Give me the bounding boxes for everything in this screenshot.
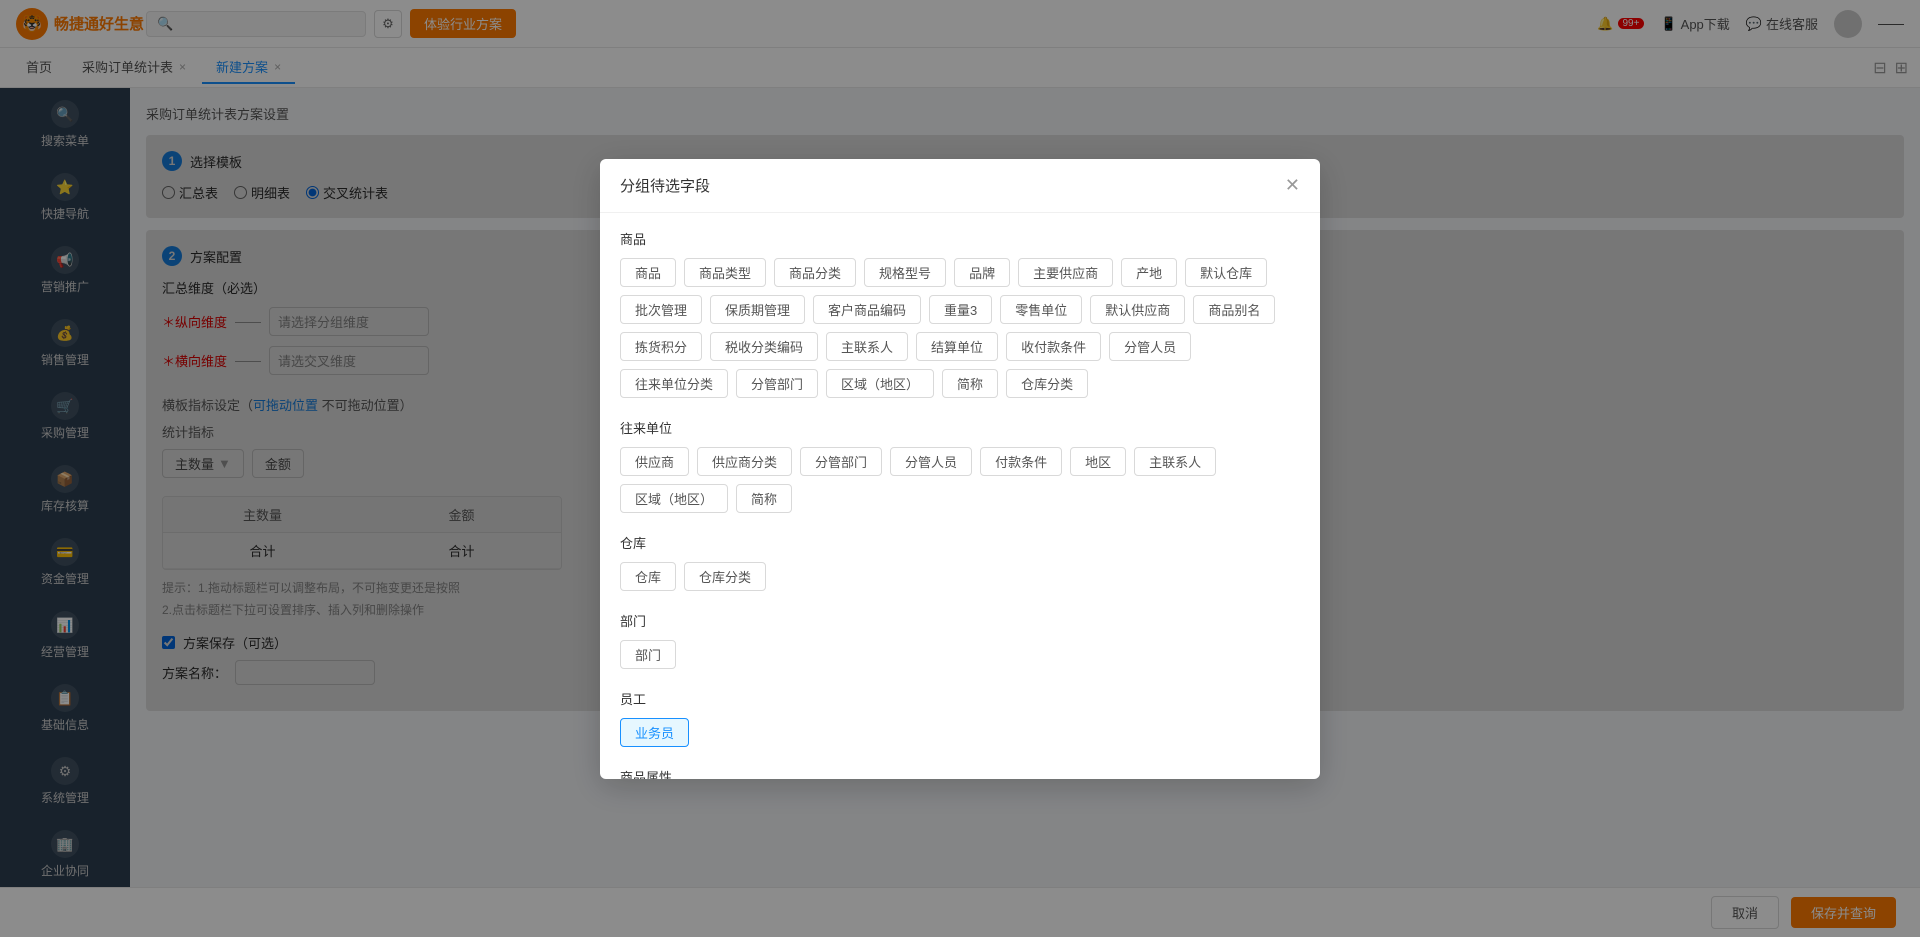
chip-origin[interactable]: 产地 bbox=[1121, 258, 1177, 287]
counterpart-field-chips: 供应商 供应商分类 分管部门 分管人员 付款条件 地区 主联系人 区域（地区） … bbox=[620, 447, 1300, 513]
chip-goods-type[interactable]: 商品类型 bbox=[684, 258, 766, 287]
chip-default-warehouse[interactable]: 默认仓库 bbox=[1185, 258, 1267, 287]
goods-field-chips: 商品 商品类型 商品分类 规格型号 品牌 主要供应商 产地 默认仓库 批次管理 … bbox=[620, 258, 1300, 398]
chip-tax-code[interactable]: 税收分类编码 bbox=[710, 332, 818, 361]
chip-salesperson[interactable]: 业务员 bbox=[620, 718, 689, 747]
modal-overlay: 分组待选字段 ✕ 商品 商品 商品类型 商品分类 规格型号 品牌 主要供应商 产… bbox=[0, 0, 1920, 937]
modal-close-button[interactable]: ✕ bbox=[1285, 175, 1300, 196]
chip-district[interactable]: 地区 bbox=[1070, 447, 1126, 476]
chip-warehouse-cat[interactable]: 仓库分类 bbox=[684, 562, 766, 591]
chip-brand[interactable]: 品牌 bbox=[954, 258, 1010, 287]
chip-abbr2[interactable]: 简称 bbox=[736, 484, 792, 513]
chip-mgmt-dept[interactable]: 分管部门 bbox=[800, 447, 882, 476]
chip-goods-category[interactable]: 商品分类 bbox=[774, 258, 856, 287]
employee-field-chips: 业务员 bbox=[620, 718, 1300, 747]
chip-dept[interactable]: 分管部门 bbox=[736, 369, 818, 398]
chip-customer-sku[interactable]: 客户商品编码 bbox=[813, 295, 921, 324]
warehouse-field-chips: 仓库 仓库分类 bbox=[620, 562, 1300, 591]
modal-section-counterpart: 往来单位 供应商 供应商分类 分管部门 分管人员 付款条件 地区 主联系人 区域… bbox=[620, 418, 1300, 513]
goods-attr-section-title: 商品属性 bbox=[620, 767, 1300, 779]
chip-department[interactable]: 部门 bbox=[620, 640, 676, 669]
chip-main-contact[interactable]: 主联系人 bbox=[826, 332, 908, 361]
modal-header: 分组待选字段 ✕ bbox=[600, 159, 1320, 213]
chip-goods-alias[interactable]: 商品别名 bbox=[1193, 295, 1275, 324]
chip-warehouse-category[interactable]: 仓库分类 bbox=[1006, 369, 1088, 398]
chip-mgmt-person[interactable]: 分管人员 bbox=[890, 447, 972, 476]
chip-main-contact2[interactable]: 主联系人 bbox=[1134, 447, 1216, 476]
chip-warehouse[interactable]: 仓库 bbox=[620, 562, 676, 591]
modal-section-goods: 商品 商品 商品类型 商品分类 规格型号 品牌 主要供应商 产地 默认仓库 批次… bbox=[620, 229, 1300, 398]
modal-body: 商品 商品 商品类型 商品分类 规格型号 品牌 主要供应商 产地 默认仓库 批次… bbox=[600, 213, 1320, 779]
dept-field-chips: 部门 bbox=[620, 640, 1300, 669]
modal-title: 分组待选字段 bbox=[620, 175, 710, 196]
modal: 分组待选字段 ✕ 商品 商品 商品类型 商品分类 规格型号 品牌 主要供应商 产… bbox=[600, 159, 1320, 779]
employee-section-title: 员工 bbox=[620, 689, 1300, 708]
chip-goods[interactable]: 商品 bbox=[620, 258, 676, 287]
chip-shelf-life[interactable]: 保质期管理 bbox=[710, 295, 805, 324]
dept-section-title: 部门 bbox=[620, 611, 1300, 630]
chip-batch-mgmt[interactable]: 批次管理 bbox=[620, 295, 702, 324]
chip-pick-points[interactable]: 拣货积分 bbox=[620, 332, 702, 361]
chip-payment-terms[interactable]: 收付款条件 bbox=[1006, 332, 1101, 361]
modal-section-department: 部门 部门 bbox=[620, 611, 1300, 669]
chip-spec-model[interactable]: 规格型号 bbox=[864, 258, 946, 287]
chip-default-supplier[interactable]: 默认供应商 bbox=[1090, 295, 1185, 324]
chip-dept-person[interactable]: 分管人员 bbox=[1109, 332, 1191, 361]
counterpart-section-title: 往来单位 bbox=[620, 418, 1300, 437]
chip-retail-unit[interactable]: 零售单位 bbox=[1000, 295, 1082, 324]
chip-payment-condition[interactable]: 付款条件 bbox=[980, 447, 1062, 476]
chip-region2[interactable]: 区域（地区） bbox=[620, 484, 728, 513]
warehouse-section-title: 仓库 bbox=[620, 533, 1300, 552]
chip-abbr[interactable]: 简称 bbox=[942, 369, 998, 398]
chip-region[interactable]: 区域（地区） bbox=[826, 369, 934, 398]
chip-settlement-unit[interactable]: 结算单位 bbox=[916, 332, 998, 361]
chip-main-supplier[interactable]: 主要供应商 bbox=[1018, 258, 1113, 287]
modal-section-warehouse: 仓库 仓库 仓库分类 bbox=[620, 533, 1300, 591]
chip-counterpart-category[interactable]: 往来单位分类 bbox=[620, 369, 728, 398]
chip-supplier-category[interactable]: 供应商分类 bbox=[697, 447, 792, 476]
chip-weight3[interactable]: 重量3 bbox=[929, 295, 992, 324]
chip-supplier[interactable]: 供应商 bbox=[620, 447, 689, 476]
modal-section-goods-attr: 商品属性 属性 颜色 多规格 尺码 鞋码 1 bbox=[620, 767, 1300, 779]
goods-section-title: 商品 bbox=[620, 229, 1300, 248]
modal-section-employee: 员工 业务员 bbox=[620, 689, 1300, 747]
